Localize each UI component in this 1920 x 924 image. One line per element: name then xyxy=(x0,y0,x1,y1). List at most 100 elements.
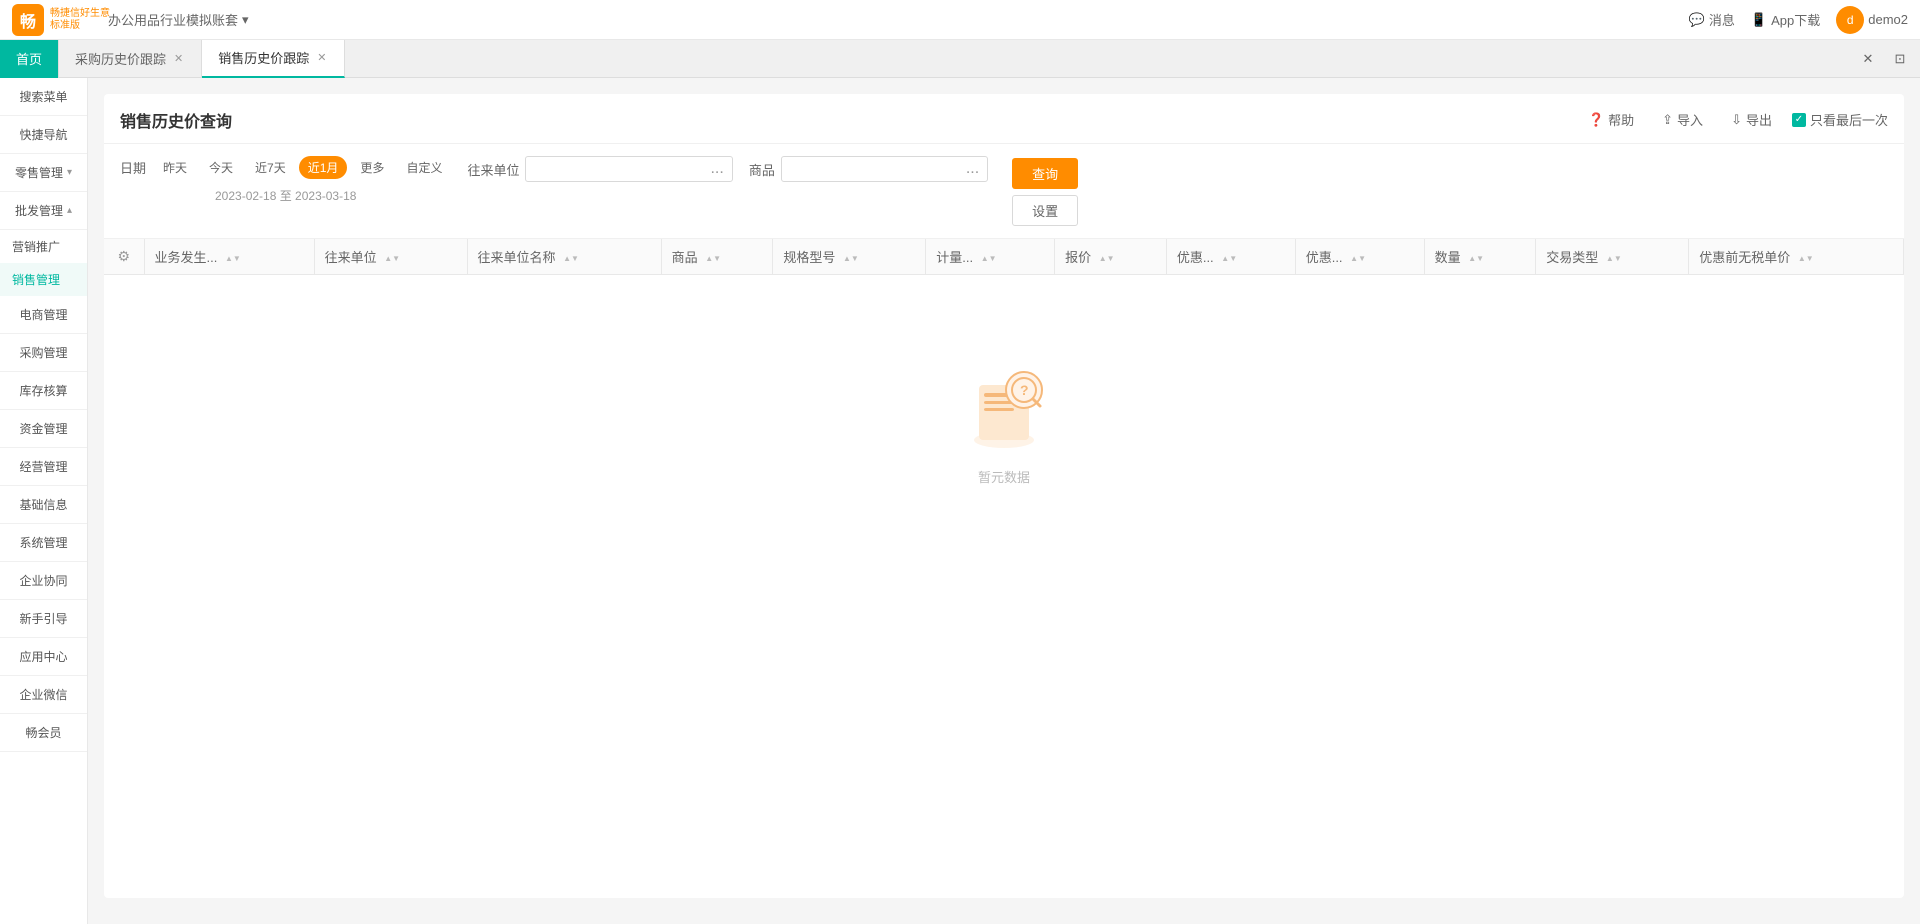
date-btn-today[interactable]: 今天 xyxy=(200,156,242,179)
product-input[interactable] xyxy=(790,162,966,177)
table-col-unit: 计量... ▲▼ xyxy=(926,239,1055,275)
sidebar-item-retail[interactable]: 零售管理 ▾ xyxy=(0,154,87,192)
chevron-down-icon: ▾ xyxy=(242,12,249,28)
workspace-selector[interactable]: 办公用品行业模拟账套 ▾ xyxy=(100,6,257,33)
sidebar-item-wholesale[interactable]: 批发管理 ▴ xyxy=(0,192,87,230)
date-btn-more[interactable]: 更多 xyxy=(351,156,393,179)
sort-arrows-pretax-price[interactable]: ▲▼ xyxy=(1798,254,1814,263)
sort-arrows-quote-price[interactable]: ▲▼ xyxy=(1099,254,1115,263)
message-button[interactable]: 💬 消息 xyxy=(1689,10,1735,29)
sidebar-item-basic-info[interactable]: 基础信息 xyxy=(0,486,87,524)
import-button[interactable]: ⇪ 导入 xyxy=(1654,106,1711,133)
table-col-product: 商品 ▲▼ xyxy=(661,239,773,275)
chevron-up-icon: ▴ xyxy=(67,205,72,216)
workspace-name: 办公用品行业模拟账套 xyxy=(108,10,238,29)
empty-state-text: 暂元数据 xyxy=(978,467,1030,486)
sort-arrows-discount1[interactable]: ▲▼ xyxy=(1221,254,1237,263)
table-col-discount2: 优惠... ▲▼ xyxy=(1295,239,1424,275)
counterparty-input[interactable] xyxy=(534,162,710,177)
tab-actions: ✕ ⊡ xyxy=(1856,47,1920,71)
logo-area: 畅 畅捷信好生意 标准版 xyxy=(12,4,92,36)
date-btn-yesterday[interactable]: 昨天 xyxy=(154,156,196,179)
tab-sales-history[interactable]: 销售历史价跟踪 ✕ xyxy=(202,40,345,78)
sort-arrows-unit[interactable]: ▲▼ xyxy=(981,254,997,263)
table-col-biz-date: 业务发生... ▲▼ xyxy=(144,239,314,275)
empty-state: ? 暂元数据 xyxy=(104,275,1904,566)
sort-arrows-counterparty[interactable]: ▲▼ xyxy=(384,254,400,263)
sort-arrows-trade-type[interactable]: ▲▼ xyxy=(1606,254,1622,263)
table-col-discount1: 优惠... ▲▼ xyxy=(1166,239,1295,275)
top-header: 畅 畅捷信好生意 标准版 办公用品行业模拟账套 ▾ 💬 消息 📱 App下载 d… xyxy=(0,0,1920,40)
table-col-quantity: 数量 ▲▼ xyxy=(1424,239,1536,275)
sort-arrows-counterparty-name[interactable]: ▲▼ xyxy=(563,254,579,263)
sort-arrows-product[interactable]: ▲▼ xyxy=(705,254,721,263)
app-download-button[interactable]: 📱 App下载 xyxy=(1751,10,1820,29)
table-col-counterparty-name: 往来单位名称 ▲▼ xyxy=(467,239,661,275)
close-sales-tab-icon[interactable]: ✕ xyxy=(315,49,328,66)
table-wrapper: ⚙ 业务发生... ▲▼ 往来单位 ▲▼ 往来单位名称 xyxy=(104,239,1904,275)
sidebar-item-operations[interactable]: 经营管理 xyxy=(0,448,87,486)
query-button[interactable]: 查询 xyxy=(1012,158,1078,189)
table-header-row: ⚙ 业务发生... ▲▼ 往来单位 ▲▼ 往来单位名称 xyxy=(104,239,1904,275)
sidebar-item-wechat[interactable]: 企业微信 xyxy=(0,676,87,714)
sidebar-item-finance[interactable]: 资金管理 xyxy=(0,410,87,448)
import-icon: ⇪ xyxy=(1662,112,1673,128)
sidebar: 搜索菜单 快捷导航 零售管理 ▾ 批发管理 ▴ 营销推广 销售管理 电商管理 采… xyxy=(0,78,88,924)
sidebar-item-apps[interactable]: 应用中心 xyxy=(0,638,87,676)
help-icon: ❓ xyxy=(1588,112,1604,128)
sidebar-item-system[interactable]: 系统管理 xyxy=(0,524,87,562)
sidebar-item-member[interactable]: 畅会员 xyxy=(0,714,87,752)
header-right: 💬 消息 📱 App下载 d demo2 xyxy=(1689,6,1908,34)
sidebar-item-newbie[interactable]: 新手引导 xyxy=(0,600,87,638)
header-left: 畅 畅捷信好生意 标准版 办公用品行业模拟账套 ▾ xyxy=(12,4,257,36)
table-col-pretax-price: 优惠前无税单价 ▲▼ xyxy=(1689,239,1904,275)
sidebar-item-ecommerce[interactable]: 电商管理 xyxy=(0,296,87,334)
sort-arrows-quantity[interactable]: ▲▼ xyxy=(1468,254,1484,263)
table-col-quote-price: 报价 ▲▼ xyxy=(1055,239,1167,275)
sort-arrows-spec[interactable]: ▲▼ xyxy=(843,254,859,263)
data-table: ⚙ 业务发生... ▲▼ 往来单位 ▲▼ 往来单位名称 xyxy=(104,239,1904,275)
message-icon: 💬 xyxy=(1689,12,1705,28)
table-col-counterparty: 往来单位 ▲▼ xyxy=(314,239,467,275)
tab-home[interactable]: 首页 xyxy=(0,40,59,78)
counterparty-dots-icon[interactable]: ... xyxy=(710,160,723,178)
filter-bar: 日期 昨天 今天 近7天 近1月 更多 自定义 2023-02-18 至 202… xyxy=(104,144,1904,239)
sidebar-item-inventory[interactable]: 库存核算 xyxy=(0,372,87,410)
maximize-button[interactable]: ⊡ xyxy=(1888,47,1912,71)
close-tab-button[interactable]: ✕ xyxy=(1856,47,1880,71)
product-input-wrapper: ... xyxy=(781,156,988,182)
export-button[interactable]: ⇩ 导出 xyxy=(1723,106,1780,133)
date-btn-custom[interactable]: 自定义 xyxy=(397,156,451,179)
gear-icon[interactable]: ⚙ xyxy=(117,248,130,264)
checkbox-checked-icon: ✓ xyxy=(1792,113,1806,127)
sort-arrows-discount2[interactable]: ▲▼ xyxy=(1350,254,1366,263)
content-area: 销售历史价查询 ❓ 帮助 ⇪ 导入 ⇩ 导出 ✓ xyxy=(88,78,1920,924)
product-dots-icon[interactable]: ... xyxy=(966,160,979,178)
close-purchase-tab-icon[interactable]: ✕ xyxy=(172,50,185,67)
counterparty-filter: 往来单位 ... xyxy=(467,156,732,182)
sidebar-item-enterprise[interactable]: 企业协同 xyxy=(0,562,87,600)
table-col-gear: ⚙ xyxy=(104,239,144,275)
date-range-text: 2023-02-18 至 2023-03-18 xyxy=(215,187,356,204)
date-btn-7days[interactable]: 近7天 xyxy=(246,156,295,179)
user-profile[interactable]: d demo2 xyxy=(1836,6,1908,34)
download-icon: 📱 xyxy=(1751,12,1767,28)
page-header: 销售历史价查询 ❓ 帮助 ⇪ 导入 ⇩ 导出 ✓ xyxy=(104,94,1904,144)
only-last-checkbox[interactable]: ✓ 只看最后一次 xyxy=(1792,110,1888,129)
date-filter: 日期 昨天 今天 近7天 近1月 更多 自定义 2023-02-18 至 202… xyxy=(120,156,451,204)
counterparty-label: 往来单位 xyxy=(467,160,519,179)
date-btn-1month[interactable]: 近1月 xyxy=(299,156,348,179)
tab-purchase-history[interactable]: 采购历史价跟踪 ✕ xyxy=(59,40,202,78)
table-col-spec: 规格型号 ▲▼ xyxy=(773,239,926,275)
settings-button[interactable]: 设置 xyxy=(1012,195,1078,226)
sort-arrows-biz-date[interactable]: ▲▼ xyxy=(225,254,241,263)
sidebar-item-search[interactable]: 搜索菜单 xyxy=(0,78,87,116)
tab-bar: 首页 采购历史价跟踪 ✕ 销售历史价跟踪 ✕ ✕ ⊡ xyxy=(0,40,1920,78)
sidebar-item-purchase[interactable]: 采购管理 xyxy=(0,334,87,372)
page-header-actions: ❓ 帮助 ⇪ 导入 ⇩ 导出 ✓ 只看最后一次 xyxy=(1580,106,1888,133)
sidebar-item-sales-mgmt[interactable]: 销售管理 xyxy=(0,263,87,296)
help-button[interactable]: ❓ 帮助 xyxy=(1580,106,1642,133)
sidebar-item-marketing[interactable]: 营销推广 xyxy=(0,230,87,263)
table-col-trade-type: 交易类型 ▲▼ xyxy=(1536,239,1689,275)
sidebar-item-quick-nav[interactable]: 快捷导航 xyxy=(0,116,87,154)
